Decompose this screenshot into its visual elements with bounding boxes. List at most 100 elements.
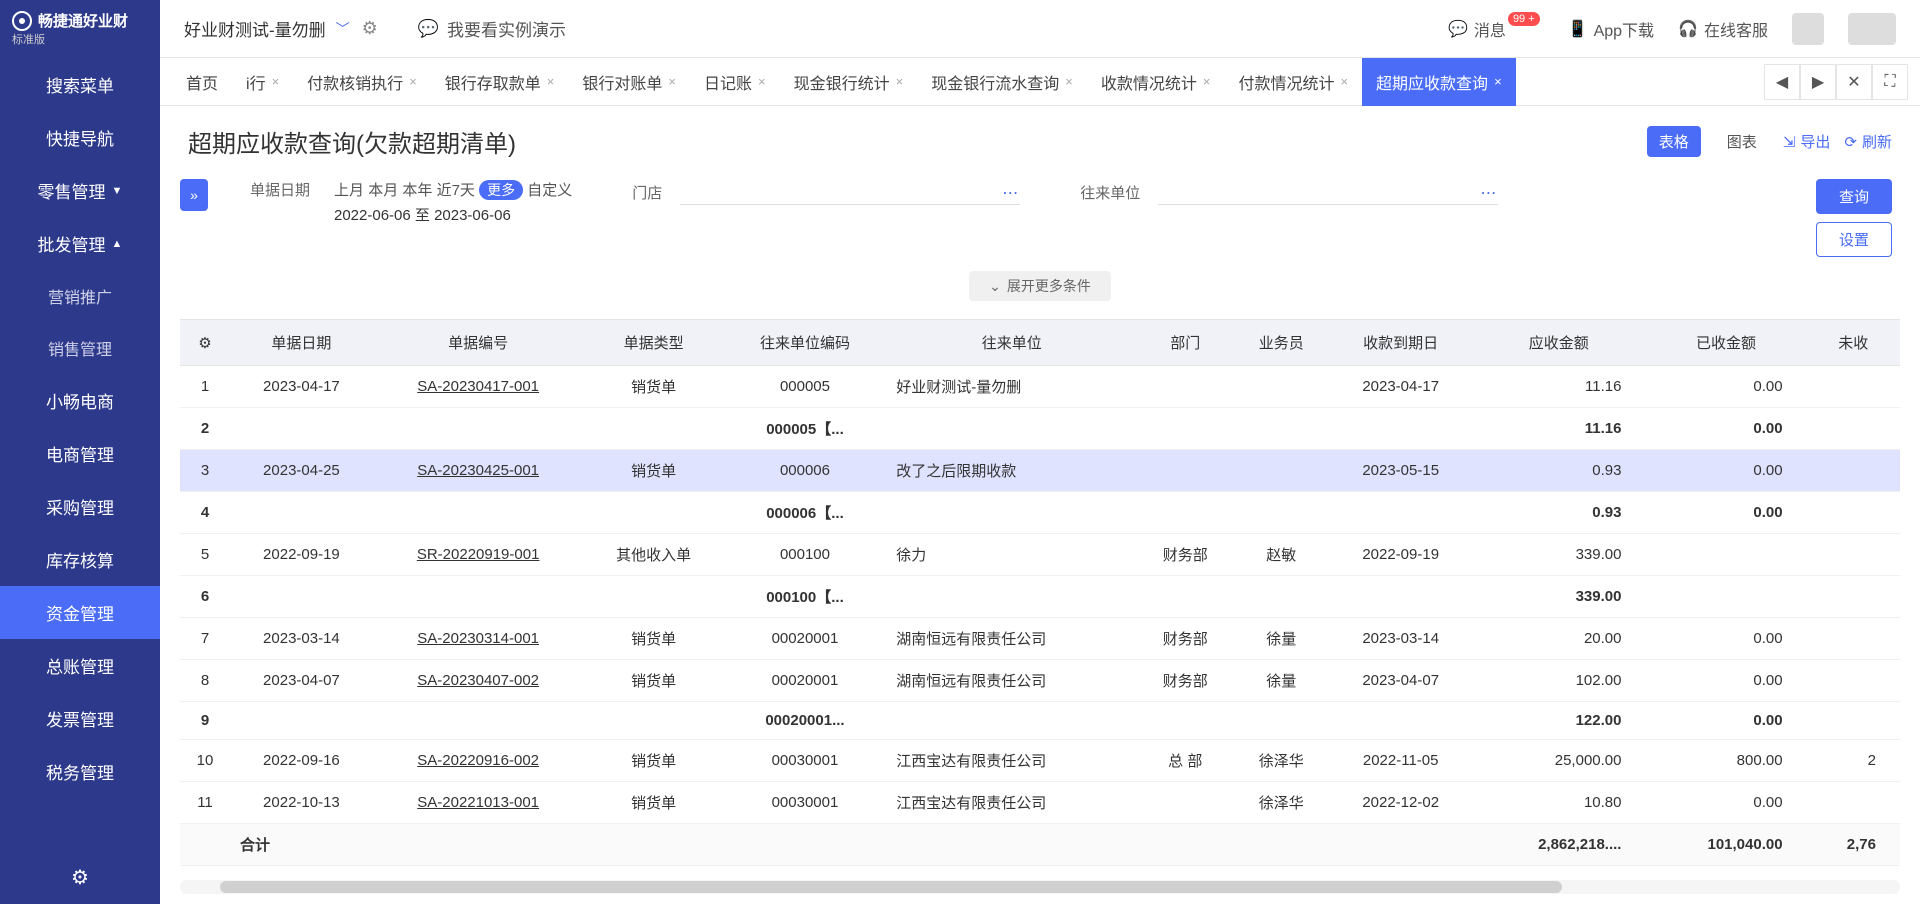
doc-link[interactable]: SA-20230417-001: [417, 378, 539, 395]
sidebar-item-3[interactable]: 批发管理▲: [0, 217, 160, 270]
chevron-down-icon: ⌄: [989, 278, 1001, 295]
close-icon[interactable]: ×: [1494, 74, 1502, 89]
sidebar-item-4[interactable]: 营销推广: [0, 270, 160, 322]
org-avatar[interactable]: [1848, 13, 1896, 45]
date-opt[interactable]: 上月: [334, 182, 364, 199]
col-header-10[interactable]: 已收金额: [1645, 320, 1806, 366]
support-button[interactable]: 🎧 在线客服: [1678, 17, 1768, 41]
table-row[interactable]: 82023-04-07SA-20230407-002销货单00020001湖南恒…: [180, 660, 1900, 702]
sidebar-item-7[interactable]: 电商管理: [0, 427, 160, 480]
expand-filters-button[interactable]: ⌄ 展开更多条件: [969, 271, 1111, 301]
refresh-button[interactable]: ⟳刷新: [1844, 131, 1892, 152]
col-header-5[interactable]: 往来单位: [886, 320, 1137, 366]
sidebar-item-0[interactable]: 搜索菜单: [0, 58, 160, 111]
close-icon[interactable]: ×: [896, 74, 904, 89]
demo-link[interactable]: 💬 我要看实例演示: [418, 16, 566, 41]
table-row[interactable]: 102022-09-16SA-20220916-002销货单00030001江西…: [180, 740, 1900, 782]
view-chart-button[interactable]: 图表: [1715, 126, 1769, 157]
date-opt[interactable]: 自定义: [527, 182, 572, 199]
close-icon[interactable]: ×: [547, 74, 555, 89]
tab-3[interactable]: 银行存取款单×: [431, 58, 569, 106]
doc-link[interactable]: SA-20221013-001: [417, 794, 539, 811]
close-icon[interactable]: ×: [668, 74, 676, 89]
filter-party-input[interactable]: [1158, 179, 1498, 205]
close-icon[interactable]: ×: [272, 74, 280, 89]
close-icon[interactable]: ×: [1340, 74, 1348, 89]
col-header-0[interactable]: ⚙: [180, 320, 230, 366]
col-header-6[interactable]: 部门: [1137, 320, 1233, 366]
app-download-button[interactable]: 📱 App下载: [1568, 17, 1654, 41]
col-header-3[interactable]: 单据类型: [583, 320, 723, 366]
tab-6[interactable]: 现金银行统计×: [780, 58, 918, 106]
table-row[interactable]: 4000006【...0.930.00: [180, 492, 1900, 534]
topbar: 畅捷通好业财 标准版 好业财测试-量勿删 ﹀ ⚙ 💬 我要看实例演示 💬 消息 …: [0, 0, 1920, 58]
sidebar-item-1[interactable]: 快捷导航: [0, 111, 160, 164]
close-icon[interactable]: ×: [409, 74, 417, 89]
tab-1[interactable]: i行×: [232, 58, 293, 106]
table-row[interactable]: 112022-10-13SA-20221013-001销货单00030001江西…: [180, 782, 1900, 824]
tab-7[interactable]: 现金银行流水查询×: [917, 58, 1087, 106]
col-header-9[interactable]: 应收金额: [1472, 320, 1645, 366]
gear-icon[interactable]: ⚙: [198, 335, 211, 352]
table-row[interactable]: 12023-04-17SA-20230417-001销货单000005好业财测试…: [180, 366, 1900, 408]
filter-store-input[interactable]: [680, 179, 1020, 205]
col-header-11[interactable]: 未收: [1807, 320, 1900, 366]
date-opt[interactable]: 更多: [479, 180, 523, 200]
tab-4[interactable]: 银行对账单×: [568, 58, 690, 106]
table-row[interactable]: 32023-04-25SA-20230425-001销货单000006改了之后限…: [180, 450, 1900, 492]
table-row[interactable]: 6000100【...339.00: [180, 576, 1900, 618]
date-opt[interactable]: 本年: [402, 182, 432, 199]
tab-2[interactable]: 付款核销执行×: [293, 58, 431, 106]
sidebar-item-8[interactable]: 采购管理: [0, 480, 160, 533]
view-table-button[interactable]: 表格: [1647, 126, 1701, 157]
tab-next-button[interactable]: ▶: [1800, 64, 1836, 100]
export-button[interactable]: ⇲导出: [1783, 131, 1831, 152]
query-button[interactable]: 查询: [1816, 179, 1892, 214]
doc-link[interactable]: SA-20230407-002: [417, 672, 539, 689]
party-picker-icon[interactable]: ⋯: [1480, 183, 1498, 203]
date-opt[interactable]: 近7天: [437, 182, 475, 199]
sidebar-item-11[interactable]: 总账管理: [0, 639, 160, 692]
doc-link[interactable]: SR-20220919-001: [417, 546, 540, 563]
table-row[interactable]: 52022-09-19SR-20220919-001其他收入单000100徐力财…: [180, 534, 1900, 576]
store-picker-icon[interactable]: ⋯: [1002, 183, 1020, 203]
doc-link[interactable]: SA-20230425-001: [417, 462, 539, 479]
sidebar-item-9[interactable]: 库存核算: [0, 533, 160, 586]
avatar[interactable]: [1792, 13, 1824, 45]
messages-button[interactable]: 💬 消息 99 +: [1448, 17, 1544, 41]
tab-prev-button[interactable]: ◀: [1764, 64, 1800, 100]
filter-settings-button[interactable]: 设置: [1816, 222, 1892, 257]
date-opt[interactable]: 本月: [368, 182, 398, 199]
col-header-7[interactable]: 业务员: [1233, 320, 1329, 366]
sidebar-settings-icon[interactable]: ⚙: [0, 851, 160, 904]
doc-link[interactable]: SA-20230314-001: [417, 630, 539, 647]
col-header-2[interactable]: 单据编号: [373, 320, 584, 366]
sidebar-item-12[interactable]: 发票管理: [0, 692, 160, 745]
close-icon[interactable]: ×: [758, 74, 766, 89]
gear-icon[interactable]: ⚙: [362, 18, 378, 39]
collapse-filter-button[interactable]: »: [180, 179, 208, 211]
table-row[interactable]: 900020001...122.000.00: [180, 702, 1900, 740]
tab-9[interactable]: 付款情况统计×: [1224, 58, 1362, 106]
tab-10[interactable]: 超期应收款查询×: [1362, 58, 1516, 106]
sidebar-item-6[interactable]: 小畅电商: [0, 374, 160, 427]
sidebar-item-10[interactable]: 资金管理: [0, 586, 160, 639]
table-row[interactable]: 2000005【...11.160.00: [180, 408, 1900, 450]
sidebar-item-5[interactable]: 销售管理: [0, 322, 160, 374]
col-header-8[interactable]: 收款到期日: [1329, 320, 1472, 366]
sidebar-item-13[interactable]: 税务管理: [0, 745, 160, 798]
tab-fullscreen-button[interactable]: ⛶: [1872, 64, 1908, 100]
col-header-4[interactable]: 往来单位编码: [724, 320, 886, 366]
tab-8[interactable]: 收款情况统计×: [1087, 58, 1225, 106]
sidebar-item-2[interactable]: 零售管理▼: [0, 164, 160, 217]
doc-link[interactable]: SA-20220916-002: [417, 752, 539, 769]
tab-5[interactable]: 日记账×: [690, 58, 780, 106]
horizontal-scrollbar[interactable]: [180, 880, 1900, 894]
close-icon[interactable]: ×: [1065, 74, 1073, 89]
workspace-selector[interactable]: 好业财测试-量勿删 ﹀: [184, 16, 350, 41]
tab-close-button[interactable]: ✕: [1836, 64, 1872, 100]
close-icon[interactable]: ×: [1203, 74, 1211, 89]
tab-0[interactable]: 首页: [172, 58, 232, 106]
col-header-1[interactable]: 单据日期: [230, 320, 373, 366]
table-row[interactable]: 72023-03-14SA-20230314-001销货单00020001湖南恒…: [180, 618, 1900, 660]
